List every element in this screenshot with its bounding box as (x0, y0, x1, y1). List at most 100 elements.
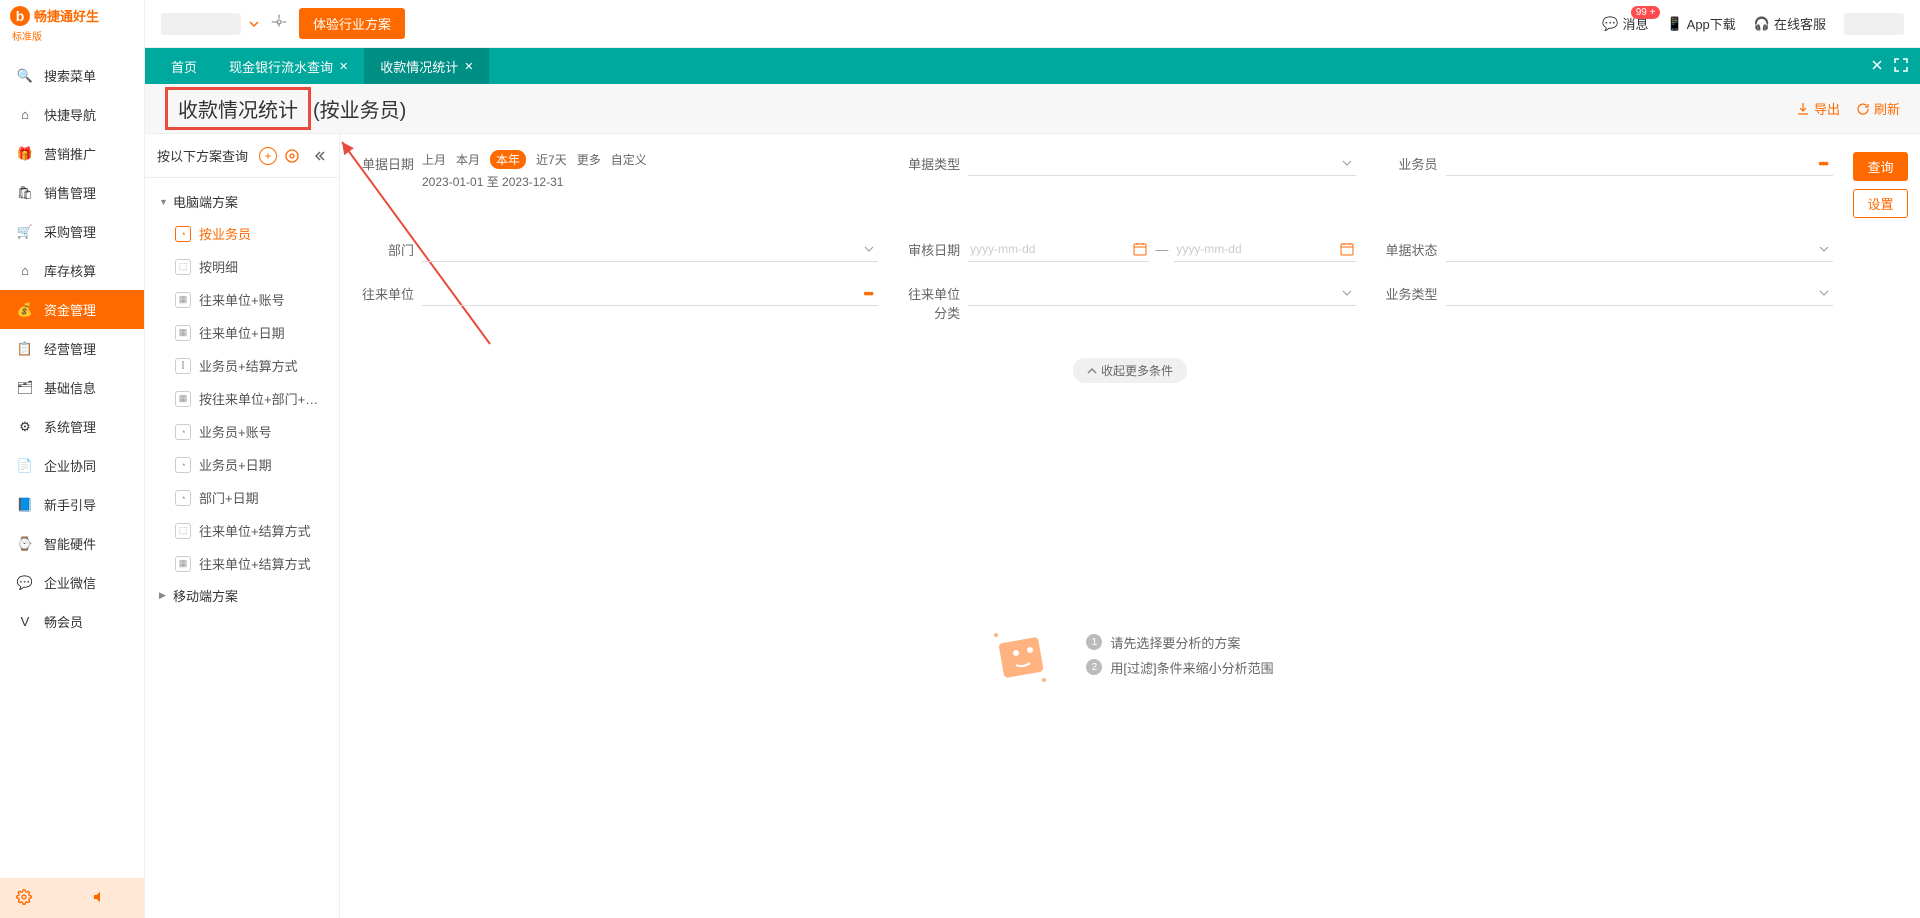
refresh-button[interactable]: 刷新 (1856, 99, 1900, 118)
empty-illustration (986, 620, 1056, 690)
settings-icon[interactable] (16, 889, 32, 908)
query-header: 按以下方案查询 + (145, 134, 339, 178)
nav-icon: ⌂ (16, 262, 34, 280)
messages-link[interactable]: 💬 消息 99 + (1602, 14, 1648, 33)
scheme-icon: ◔ (175, 457, 191, 473)
nav-item-1[interactable]: ⌂快捷导航 (0, 95, 144, 134)
scheme-item-6[interactable]: ◔业务员+账号 (155, 415, 339, 448)
sidebar-footer (0, 878, 144, 918)
scheme-icon: ▦ (175, 556, 191, 572)
nav-icon: ⌚ (16, 535, 34, 553)
scheme-item-5[interactable]: ▦按往来单位+部门+收... (155, 382, 339, 415)
nav-icon: 📄 (16, 457, 34, 475)
logo-text: 畅捷通好生 (34, 6, 99, 25)
scheme-icon: ▦ (175, 292, 191, 308)
salesman-select[interactable]: ••• (1446, 150, 1833, 176)
partner-cat-select[interactable] (968, 280, 1355, 306)
date-tabs: 上月本月本年近7天更多自定义 (422, 150, 878, 169)
page-title-rest: (按业务员) (313, 94, 406, 123)
date-tab-1[interactable]: 本月 (456, 151, 480, 168)
nav-icon: ⌂ (16, 106, 34, 124)
scheme-item-9[interactable]: ⬚往来单位+结算方式 (155, 514, 339, 547)
nav-icon: 🛍 (16, 184, 34, 202)
scheme-item-0[interactable]: ◔按业务员 (155, 217, 339, 250)
tab-1[interactable]: 现金银行流水查询✕ (213, 48, 364, 84)
dept-select[interactable] (422, 236, 878, 262)
close-icon[interactable]: ✕ (339, 60, 348, 73)
settings-button[interactable]: 设置 (1853, 189, 1908, 218)
nav-item-2[interactable]: 🎁营销推广 (0, 134, 144, 173)
titlebar: 收款情况统计 (按业务员) 导出 刷新 (145, 84, 1920, 134)
gear-icon[interactable] (271, 14, 287, 33)
date-tab-0[interactable]: 上月 (422, 151, 446, 168)
date-tab-2[interactable]: 本年 (490, 150, 526, 169)
scheme-icon: ⬚ (175, 523, 191, 539)
nav-item-13[interactable]: 💬企业微信 (0, 563, 144, 602)
partner-select[interactable]: ••• (422, 280, 878, 306)
audit-date-range[interactable]: yyyy-mm-dd — yyyy-mm-dd (968, 236, 1355, 262)
date-tab-3[interactable]: 近7天 (536, 151, 567, 168)
nav-icon: 🔍 (16, 67, 34, 85)
logo: b 畅捷通好生 标准版 (0, 0, 144, 48)
scheme-icon: ▦ (175, 325, 191, 341)
nav-item-10[interactable]: 📄企业协同 (0, 446, 144, 485)
tabs: 首页现金银行流水查询✕收款情况统计✕ (145, 48, 1920, 84)
scheme-item-4[interactable]: ⫿业务员+结算方式 (155, 349, 339, 382)
close-icon[interactable]: ✕ (464, 60, 473, 73)
nav-icon: V (16, 613, 34, 631)
avatar[interactable] (1844, 13, 1904, 35)
nav-item-5[interactable]: ⌂库存核算 (0, 251, 144, 290)
biz-type-select[interactable] (1446, 280, 1833, 306)
message-icon: 💬 (1602, 16, 1618, 32)
query-button[interactable]: 查询 (1853, 152, 1908, 181)
collapse-filters-button[interactable]: 收起更多条件 (1073, 358, 1187, 383)
date-tab-5[interactable]: 自定义 (611, 151, 647, 168)
tab-0[interactable]: 首页 (155, 48, 213, 84)
scheme-icon: ⬚ (175, 259, 191, 275)
export-button[interactable]: 导出 (1796, 99, 1840, 118)
service-link[interactable]: 🎧 在线客服 (1754, 14, 1826, 33)
nav-list: 🔍搜索菜单⌂快捷导航🎁营销推广🛍销售管理🛒采购管理⌂库存核算💰资金管理📋经营管理… (0, 48, 144, 878)
phone-icon: 📱 (1666, 16, 1682, 32)
nav-item-14[interactable]: V畅会员 (0, 602, 144, 641)
nav-item-12[interactable]: ⌚智能硬件 (0, 524, 144, 563)
date-range: 2023-01-01 至 2023-12-31 (422, 173, 878, 190)
close-all-icon[interactable] (1870, 58, 1884, 75)
scheme-item-7[interactable]: ◔业务员+日期 (155, 448, 339, 481)
tree-group-desktop[interactable]: ▼ 电脑端方案 (145, 186, 339, 217)
nav-item-6[interactable]: 💰资金管理 (0, 290, 144, 329)
scheme-item-8[interactable]: ◔部门+日期 (155, 481, 339, 514)
tree-group-mobile[interactable]: ▶ 移动端方案 (145, 580, 339, 611)
fullscreen-icon[interactable] (1894, 58, 1908, 75)
date-label: 单据日期 (352, 150, 422, 173)
nav-item-11[interactable]: 📘新手引导 (0, 485, 144, 524)
scheme-settings-icon[interactable] (283, 147, 301, 165)
add-scheme-icon[interactable]: + (259, 147, 277, 165)
date-tab-4[interactable]: 更多 (577, 151, 601, 168)
tab-2[interactable]: 收款情况统计✕ (364, 48, 489, 84)
nav-icon: 💰 (16, 301, 34, 319)
scheme-item-1[interactable]: ⬚按明细 (155, 250, 339, 283)
logo-icon: b (10, 6, 30, 26)
nav-item-4[interactable]: 🛒采购管理 (0, 212, 144, 251)
speaker-icon[interactable] (92, 889, 108, 908)
nav-item-7[interactable]: 📋经营管理 (0, 329, 144, 368)
nav-icon: ⚙ (16, 418, 34, 436)
scheme-item-3[interactable]: ▦往来单位+日期 (155, 316, 339, 349)
nav-item-0[interactable]: 🔍搜索菜单 (0, 56, 144, 95)
nav-item-3[interactable]: 🛍销售管理 (0, 173, 144, 212)
page-title-highlight: 收款情况统计 (165, 87, 311, 130)
scheme-item-2[interactable]: ▦往来单位+账号 (155, 283, 339, 316)
scheme-icon: ⫿ (175, 358, 191, 374)
collapse-panel-icon[interactable] (311, 148, 327, 164)
industry-button[interactable]: 体验行业方案 (299, 8, 405, 39)
nav-item-9[interactable]: ⚙系统管理 (0, 407, 144, 446)
scheme-item-10[interactable]: ▦往来单位+结算方式 (155, 547, 339, 580)
org-selector[interactable] (161, 13, 259, 35)
nav-icon: 💬 (16, 574, 34, 592)
bill-type-select[interactable] (968, 150, 1355, 176)
main: 体验行业方案 💬 消息 99 + 📱 App下载 🎧 在线客服 (145, 0, 1920, 918)
app-download-link[interactable]: 📱 App下载 (1666, 14, 1735, 33)
nav-item-8[interactable]: 🗂基础信息 (0, 368, 144, 407)
bill-status-select[interactable] (1446, 236, 1833, 262)
